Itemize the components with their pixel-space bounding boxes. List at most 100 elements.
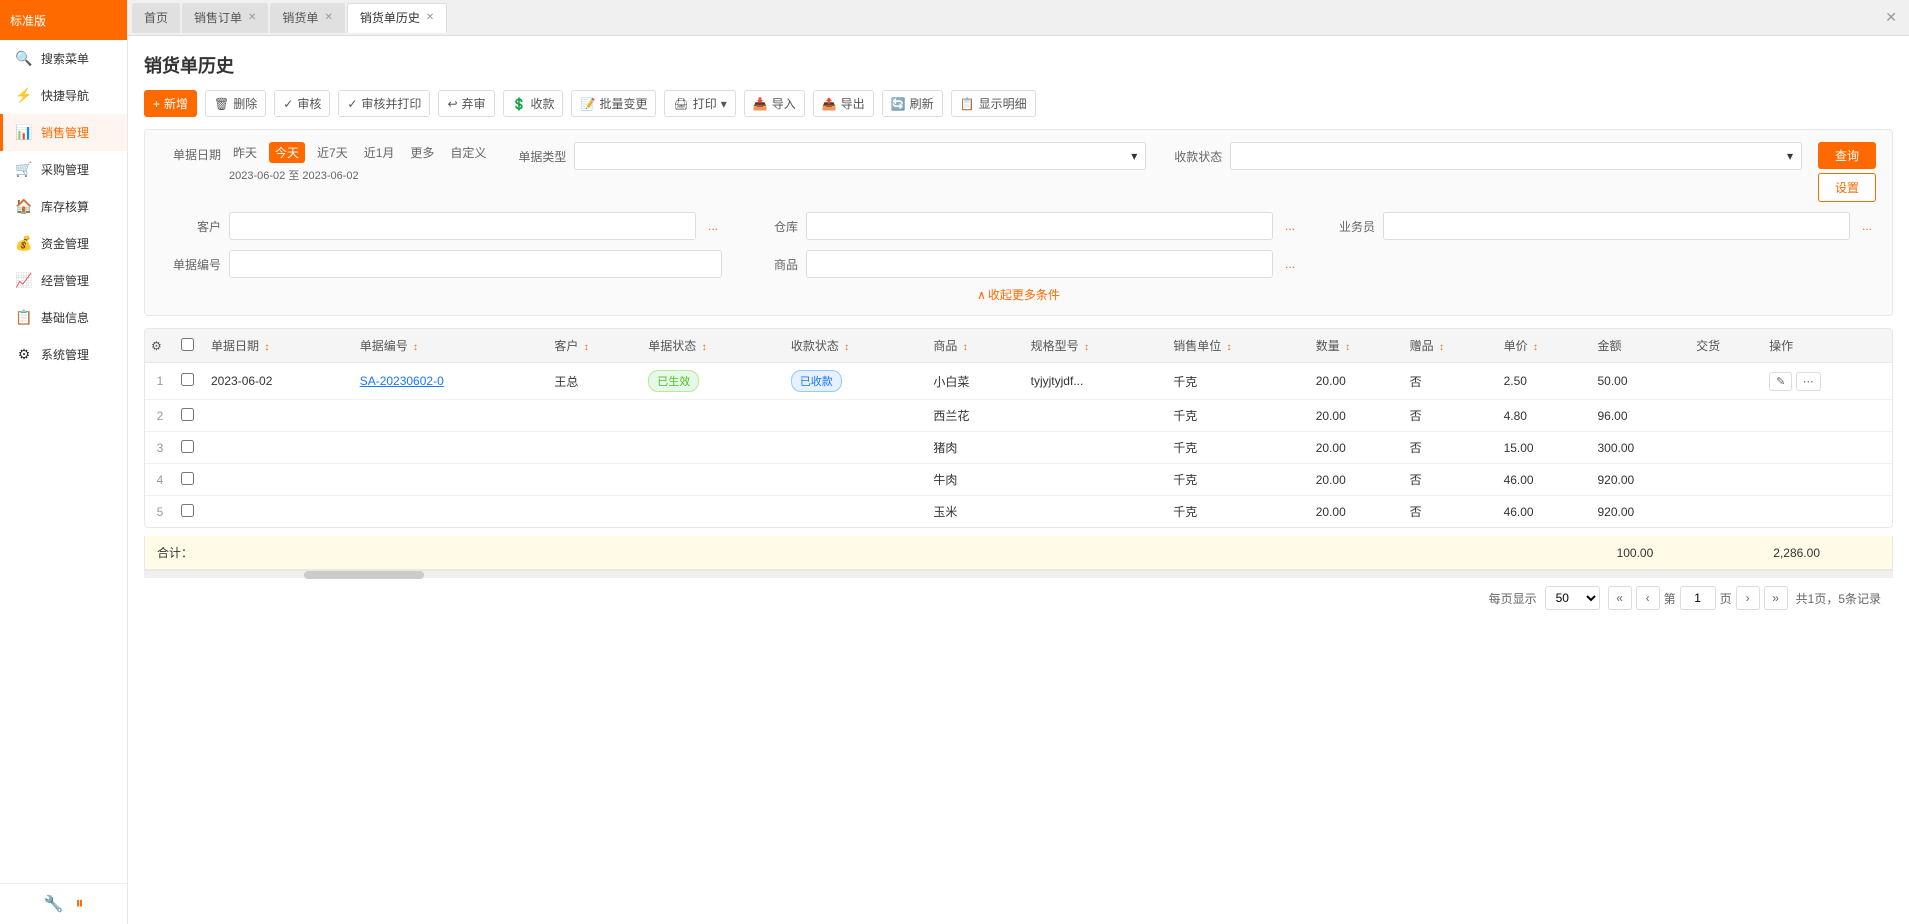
sort-date-icon: ↕ bbox=[264, 342, 269, 353]
sidebar-header-label: 标准版 bbox=[10, 12, 46, 29]
tab-sales-shipment[interactable]: 销货单 ✕ bbox=[270, 3, 344, 33]
col-collect-status[interactable]: 收款状态 ↕ bbox=[785, 329, 928, 363]
export-button[interactable]: 📤 导出 bbox=[813, 90, 874, 117]
batch-change-button[interactable]: 📝 批量变更 bbox=[571, 90, 656, 117]
col-date[interactable]: 单据日期 ↕ bbox=[205, 329, 354, 363]
goods-input[interactable] bbox=[806, 250, 1273, 278]
query-button[interactable]: 查询 bbox=[1818, 142, 1876, 169]
doc-status-badge: 已生效 bbox=[648, 370, 699, 392]
row-customer: 王总 bbox=[548, 363, 642, 400]
select-all-checkbox[interactable] bbox=[181, 338, 194, 351]
row-docno bbox=[354, 464, 549, 496]
import-button[interactable]: 📥 导入 bbox=[744, 90, 805, 117]
last-page-btn[interactable]: » bbox=[1764, 586, 1788, 610]
collect-status-label: 收款状态 bbox=[1162, 148, 1222, 165]
row-checkbox[interactable] bbox=[175, 464, 205, 496]
show-detail-button[interactable]: 📋 显示明细 bbox=[951, 90, 1036, 117]
customer-ellipsis[interactable]: ... bbox=[704, 217, 722, 235]
date-opt-today[interactable]: 今天 bbox=[269, 142, 305, 163]
collect-status-select[interactable]: ▾ bbox=[1230, 142, 1802, 170]
tab-sales-shipment-close[interactable]: ✕ bbox=[324, 12, 332, 23]
tab-bar: 首页 销售订单 ✕ 销货单 ✕ 销货单历史 ✕ ✕ bbox=[128, 0, 1909, 36]
collect-button[interactable]: 💲 收款 bbox=[503, 90, 564, 117]
sidebar-item-purchase-mgmt[interactable]: 🛒 采购管理 bbox=[0, 151, 127, 188]
sidebar-item-sales-mgmt[interactable]: 📊 销售管理 bbox=[0, 114, 127, 151]
sidebar-item-ops[interactable]: 📈 经营管理 bbox=[0, 262, 127, 299]
sidebar-item-sys-mgmt[interactable]: ⚙ 系统管理 bbox=[0, 336, 127, 373]
horizontal-scrollbar[interactable] bbox=[144, 570, 1893, 578]
col-customer[interactable]: 客户 ↕ bbox=[548, 329, 642, 363]
col-goods[interactable]: 商品 ↕ bbox=[927, 329, 1024, 363]
col-doc-status[interactable]: 单据状态 ↕ bbox=[642, 329, 785, 363]
scrollbar-thumb[interactable] bbox=[304, 571, 424, 579]
salesman-ellipsis[interactable]: ... bbox=[1858, 217, 1876, 235]
date-opt-1month[interactable]: 近1月 bbox=[360, 142, 399, 163]
sidebar-item-quick-nav[interactable]: ⚡ 快捷导航 bbox=[0, 77, 127, 114]
sidebar-item-inventory[interactable]: 🏠 库存核算 bbox=[0, 188, 127, 225]
row-qty: 20.00 bbox=[1310, 496, 1404, 528]
edit-btn[interactable]: ✎ bbox=[1769, 372, 1792, 391]
tab-home[interactable]: 首页 bbox=[132, 3, 180, 33]
date-opt-yesterday[interactable]: 昨天 bbox=[229, 142, 261, 163]
summary-label: 合计： bbox=[157, 544, 217, 561]
row-deal bbox=[1690, 363, 1763, 400]
date-opt-7days[interactable]: 近7天 bbox=[313, 142, 352, 163]
col-docno[interactable]: 单据编号 ↕ bbox=[354, 329, 549, 363]
goods-ellipsis[interactable]: ... bbox=[1281, 255, 1299, 273]
row-deal bbox=[1690, 400, 1763, 432]
review-print-button[interactable]: ✓ 审核并打印 bbox=[338, 90, 430, 117]
page-input[interactable] bbox=[1680, 586, 1716, 610]
col-gift[interactable]: 赠品 ↕ bbox=[1404, 329, 1498, 363]
page-size-select[interactable]: 20 50 100 bbox=[1545, 586, 1600, 610]
doc-type-select[interactable]: ▾ bbox=[574, 142, 1146, 170]
next-page-btn[interactable]: › bbox=[1736, 586, 1760, 610]
col-settings[interactable]: ⚙ bbox=[145, 329, 175, 363]
sort-collect-status-icon: ↕ bbox=[844, 342, 849, 353]
sidebar-item-search-menu[interactable]: 🔍 搜索菜单 bbox=[0, 40, 127, 77]
collapse-link[interactable]: ∧ 收起更多条件 bbox=[161, 286, 1876, 303]
sidebar-pause-btn[interactable]: ⏸ bbox=[75, 895, 83, 913]
col-price[interactable]: 单价 ↕ bbox=[1498, 329, 1592, 363]
sidebar-settings-btn[interactable]: 🔧 bbox=[44, 894, 64, 914]
row-checkbox[interactable] bbox=[175, 363, 205, 400]
tab-sales-order-close[interactable]: ✕ bbox=[248, 12, 256, 23]
tab-history[interactable]: 销货单历史 ✕ bbox=[347, 3, 447, 33]
docno-input[interactable] bbox=[229, 250, 722, 278]
col-checkbox-header[interactable] bbox=[175, 329, 205, 363]
add-button[interactable]: + 新增 bbox=[144, 90, 197, 117]
review-button[interactable]: ✓ 审核 bbox=[274, 90, 330, 117]
col-qty[interactable]: 数量 ↕ bbox=[1310, 329, 1404, 363]
row-action bbox=[1763, 400, 1892, 432]
refresh-button[interactable]: 🔄 刷新 bbox=[882, 90, 943, 117]
first-page-btn[interactable]: « bbox=[1608, 586, 1632, 610]
abandon-button[interactable]: ↩ 弃审 bbox=[438, 90, 494, 117]
row-docno bbox=[354, 496, 549, 528]
print-button[interactable]: 🖨 打印 ▾ bbox=[664, 90, 735, 117]
col-spec[interactable]: 规格型号 ↕ bbox=[1025, 329, 1168, 363]
tab-history-label: 销货单历史 bbox=[360, 9, 420, 26]
date-opt-custom[interactable]: 自定义 bbox=[446, 142, 490, 163]
delete-button[interactable]: 🗑 删除 bbox=[205, 90, 266, 117]
sort-qty-icon: ↕ bbox=[1345, 342, 1350, 353]
row-checkbox[interactable] bbox=[175, 432, 205, 464]
set-button[interactable]: 设置 bbox=[1818, 173, 1876, 202]
sidebar-item-finance[interactable]: 💰 资金管理 bbox=[0, 225, 127, 262]
row-checkbox[interactable] bbox=[175, 400, 205, 432]
row-checkbox[interactable] bbox=[175, 496, 205, 528]
warehouse-input[interactable] bbox=[806, 212, 1273, 240]
col-unit[interactable]: 销售单位 ↕ bbox=[1167, 329, 1310, 363]
customer-input[interactable] bbox=[229, 212, 696, 240]
tab-close-all-btn[interactable]: ✕ bbox=[1877, 9, 1905, 26]
sort-spec-icon: ↕ bbox=[1084, 342, 1089, 353]
row-customer bbox=[548, 464, 642, 496]
tab-history-close[interactable]: ✕ bbox=[426, 12, 434, 23]
tab-sales-order[interactable]: 销售订单 ✕ bbox=[182, 3, 268, 33]
sidebar-item-base-info[interactable]: 📋 基础信息 bbox=[0, 299, 127, 336]
warehouse-ellipsis[interactable]: ... bbox=[1281, 217, 1299, 235]
prev-page-btn[interactable]: ‹ bbox=[1636, 586, 1660, 610]
row-date bbox=[205, 400, 354, 432]
docno-link[interactable]: SA-20230602-0 bbox=[360, 374, 444, 388]
date-opt-more[interactable]: 更多 bbox=[406, 142, 438, 163]
more-btn[interactable]: ⋯ bbox=[1796, 372, 1821, 391]
salesman-input[interactable] bbox=[1383, 212, 1850, 240]
